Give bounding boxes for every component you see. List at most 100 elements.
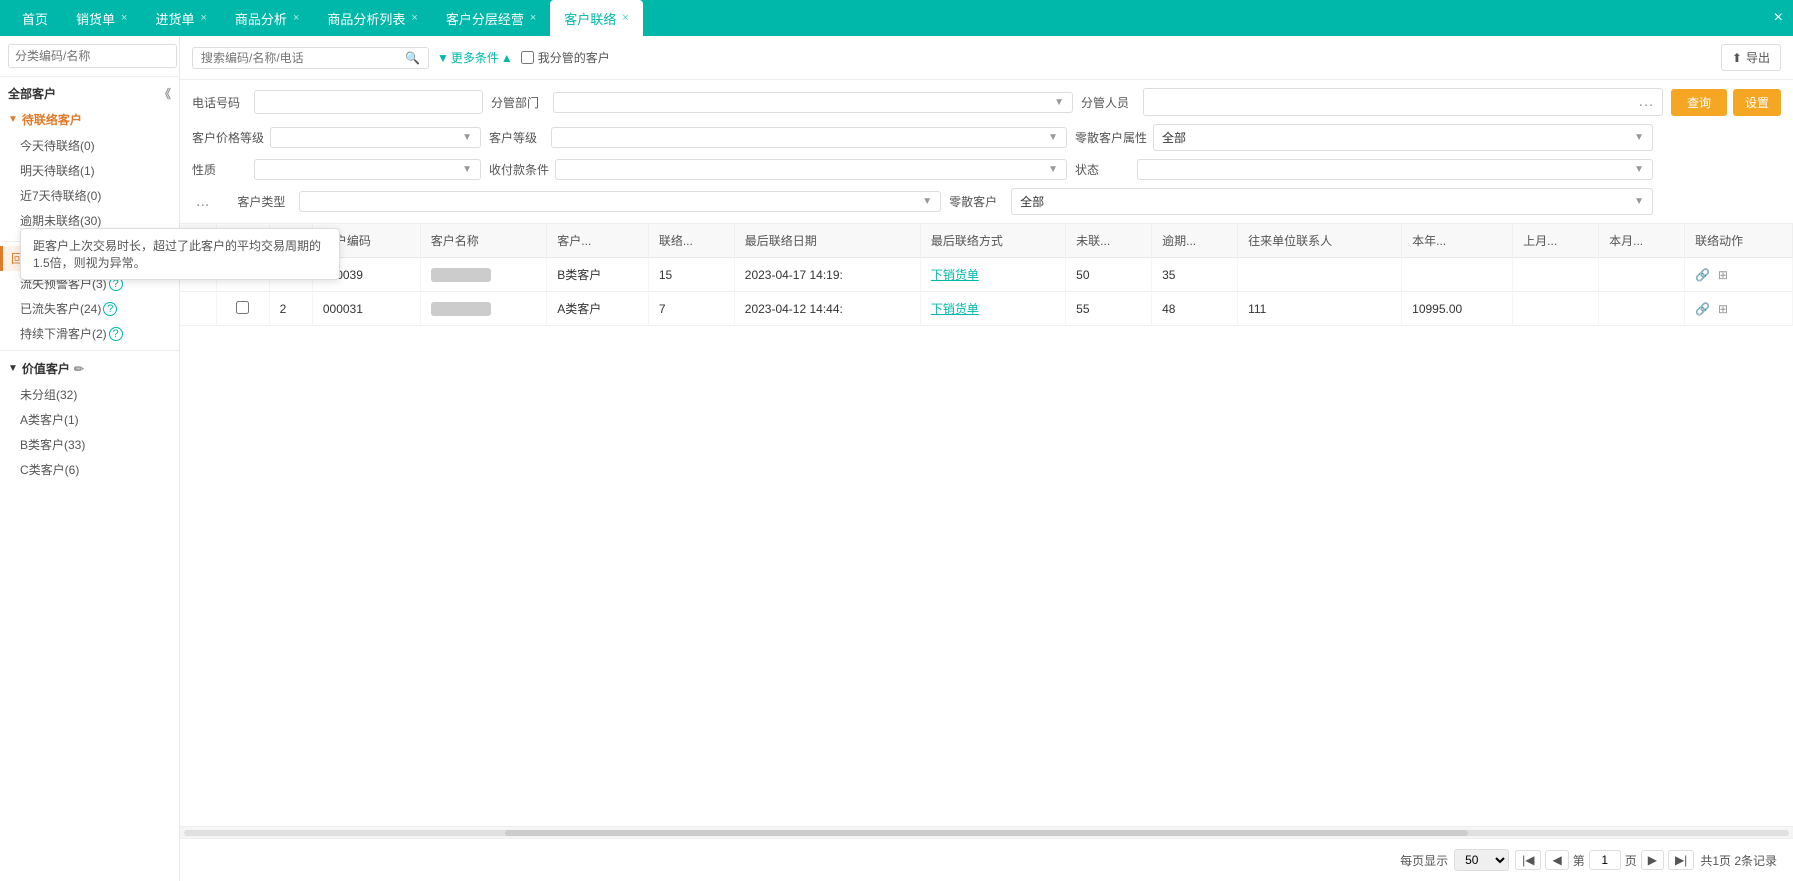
my-customers-checkbox[interactable]: [521, 51, 534, 64]
collapse-sidebar-icon[interactable]: 《: [159, 85, 171, 102]
row2-name[interactable]: [420, 292, 547, 326]
close-product-analysis-icon[interactable]: ×: [293, 12, 299, 24]
nav-customer-contact[interactable]: 客户联络 ×: [550, 0, 642, 36]
close-product-analysis-list-icon[interactable]: ×: [411, 12, 417, 24]
payment-select[interactable]: ▼: [555, 159, 1067, 180]
col-contact-count[interactable]: 联络...: [648, 224, 734, 258]
row2-action: 🔗 ⊞: [1685, 292, 1793, 326]
pending-contact-title[interactable]: ▼ 待联络客户: [0, 106, 179, 133]
status-select[interactable]: ▼: [1137, 159, 1653, 180]
col-last-month[interactable]: 上月...: [1513, 224, 1599, 258]
row1-unread: 50: [1066, 258, 1152, 292]
row1-action: 🔗 ⊞: [1685, 258, 1793, 292]
filter-row-1: 电话号码 分管部门 ▼ 分管人员 … 查询 设置: [192, 88, 1781, 116]
col-last-contact-date[interactable]: 最后联络日期: [734, 224, 920, 258]
dept-select[interactable]: ▼: [553, 92, 1073, 113]
col-action[interactable]: 联络动作: [1685, 224, 1793, 258]
nav-customer-tier[interactable]: 客户分层经营 ×: [432, 0, 550, 36]
sidebar-item-declining[interactable]: 持续下滑客户(2) ?: [0, 321, 179, 346]
phone-input[interactable]: [254, 90, 483, 114]
nav-product-analysis[interactable]: 商品分析 ×: [221, 0, 313, 36]
customer-level-select[interactable]: ▼: [551, 127, 1067, 148]
row1-overdue: 35: [1152, 258, 1238, 292]
nav-home[interactable]: 首页: [8, 0, 62, 36]
col-customer-type[interactable]: 客户...: [547, 224, 649, 258]
sidebar-item-today-pending[interactable]: 今天待联络(0): [0, 133, 179, 158]
col-unread[interactable]: 未联...: [1066, 224, 1152, 258]
col-contact-person[interactable]: 往来单位联系人: [1238, 224, 1402, 258]
row1-last-contact-method[interactable]: 下销货单: [920, 258, 1065, 292]
person-select[interactable]: …: [1143, 88, 1663, 116]
row1-this-month: [1599, 258, 1685, 292]
row1-contact-count: 15: [648, 258, 734, 292]
retail-attr-select[interactable]: 全部▼: [1153, 124, 1653, 151]
row1-last-contact-date: 2023-04-17 14:19:: [734, 258, 920, 292]
filter-payment: 收付款条件 ▼: [489, 159, 1067, 180]
row1-more-action-icon[interactable]: ⊞: [1718, 268, 1728, 282]
scroll-thumb[interactable]: [505, 830, 1468, 836]
repurchase-tooltip: 距客户上次交易时长，超过了此客户的平均交易周期的1.5倍，则视为异常。: [20, 228, 340, 280]
page-suffix-label: 页: [1625, 852, 1637, 869]
row2-checkbox[interactable]: [236, 301, 249, 314]
last-page-button[interactable]: ▶|: [1668, 850, 1694, 870]
declining-info-icon[interactable]: ?: [109, 327, 123, 341]
more-conditions-button[interactable]: ▼ 更多条件 ▲: [437, 49, 513, 66]
col-overdue[interactable]: 逾期...: [1152, 224, 1238, 258]
close-purchase-order-icon[interactable]: ×: [200, 12, 206, 24]
next-page-button[interactable]: ▶: [1641, 850, 1664, 870]
export-button[interactable]: ⬆ 导出: [1721, 44, 1781, 71]
sidebar-item-class-c[interactable]: C类客户(6): [0, 457, 179, 482]
customer-type-select[interactable]: ▼: [299, 191, 941, 212]
prev-page-button[interactable]: ◀: [1545, 850, 1568, 870]
sidebar-item-class-a[interactable]: A类客户(1): [0, 407, 179, 432]
sidebar-item-unclassified[interactable]: 未分组(32): [0, 382, 179, 407]
col-last-contact-method[interactable]: 最后联络方式: [920, 224, 1065, 258]
per-page-select[interactable]: 50 100: [1454, 849, 1509, 871]
close-sales-order-icon[interactable]: ×: [121, 12, 127, 24]
sidebar-search-input[interactable]: [8, 44, 177, 68]
filter-row-3: 性质 ▼ 收付款条件 ▼ 状态 ▼: [192, 159, 1781, 180]
col-this-year[interactable]: 本年...: [1402, 224, 1513, 258]
row2-link-action-icon[interactable]: 🔗: [1695, 302, 1710, 316]
price-level-select[interactable]: ▼: [270, 127, 481, 148]
nav-product-analysis-list[interactable]: 商品分析列表 ×: [313, 0, 431, 36]
sidebar-item-class-b[interactable]: B类客户(33): [0, 432, 179, 457]
col-name[interactable]: 客户名称: [420, 224, 547, 258]
search-input[interactable]: [201, 51, 401, 65]
page-number-input[interactable]: [1589, 850, 1621, 870]
churned-info-icon[interactable]: ?: [103, 302, 117, 316]
gender-select[interactable]: ▼: [254, 159, 481, 180]
customers-table: ⚙ 客户编码 客户名称 客户... 联络... 最后联络日期 最后联络方式 未联…: [180, 224, 1793, 326]
row2-contact-person: 111: [1238, 292, 1402, 326]
retail-customer-select[interactable]: 全部▼: [1011, 188, 1653, 215]
query-button[interactable]: 查询: [1671, 89, 1727, 116]
more-filters-icon[interactable]: ...: [196, 193, 209, 211]
row1-link-action-icon[interactable]: 🔗: [1695, 268, 1710, 282]
row2-last-contact-date: 2023-04-12 14:44:: [734, 292, 920, 326]
sidebar-item-7days-pending[interactable]: 近7天待联络(0): [0, 183, 179, 208]
value-customers-title[interactable]: ▼ 价值客户 ✏: [0, 355, 179, 382]
content-area: 🔍 ▼ 更多条件 ▲ 我分管的客户 ⬆ 导出 电话号码: [180, 36, 1793, 881]
horizontal-scrollbar[interactable]: [180, 826, 1793, 838]
row2-last-contact-method[interactable]: 下销货单: [920, 292, 1065, 326]
close-customer-tier-icon[interactable]: ×: [530, 12, 536, 24]
col-this-month[interactable]: 本月...: [1599, 224, 1685, 258]
edit-value-group-icon[interactable]: ✏: [74, 362, 84, 376]
settings-button[interactable]: 设置: [1733, 89, 1781, 116]
row2-code[interactable]: 000031: [312, 292, 420, 326]
search-bar: 🔍: [192, 47, 429, 69]
nav-purchase-order[interactable]: 进货单 ×: [141, 0, 220, 36]
sidebar-item-churned[interactable]: 已流失客户(24) ?: [0, 296, 179, 321]
search-icon[interactable]: 🔍: [405, 51, 420, 65]
filter-dept: 分管部门 ▼: [491, 92, 1073, 113]
all-customers-header: 全部客户 《: [0, 77, 179, 106]
close-all-tabs-button[interactable]: ×: [1774, 9, 1783, 27]
nav-sales-order[interactable]: 销货单 ×: [62, 0, 141, 36]
sidebar-item-tomorrow-pending[interactable]: 明天待联络(1): [0, 158, 179, 183]
close-customer-contact-icon[interactable]: ×: [622, 12, 628, 24]
filter-gender: 性质 ▼: [192, 159, 481, 180]
row1-name[interactable]: [420, 258, 547, 292]
row2-overdue: 48: [1152, 292, 1238, 326]
row2-more-action-icon[interactable]: ⊞: [1718, 302, 1728, 316]
first-page-button[interactable]: |◀: [1515, 850, 1541, 870]
